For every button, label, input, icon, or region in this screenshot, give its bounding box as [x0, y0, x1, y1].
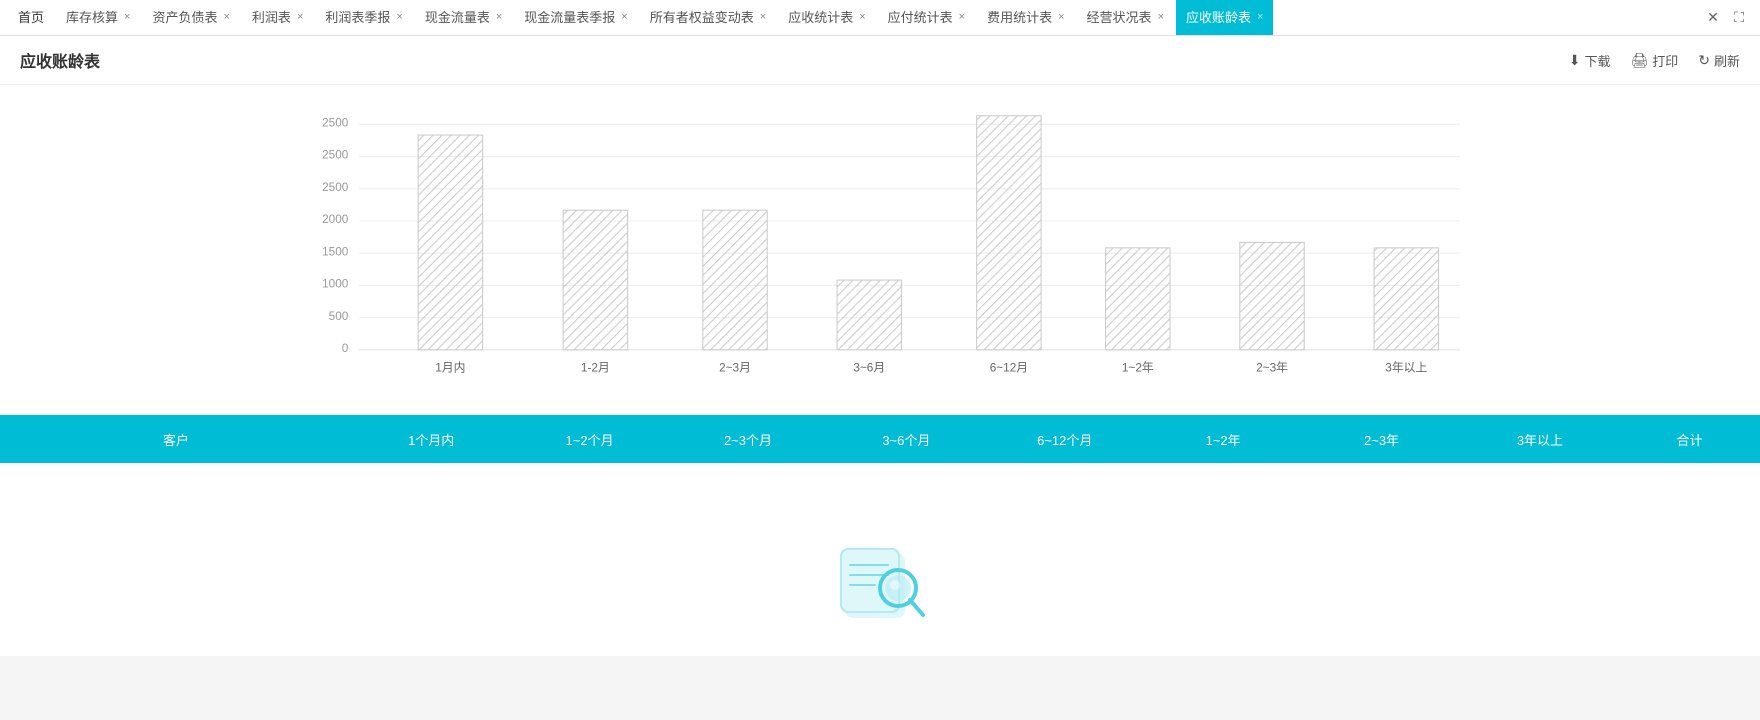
svg-text:2500: 2500: [322, 115, 349, 129]
tab-equity[interactable]: 所有者权益变动表 ×: [640, 0, 776, 36]
tab-home[interactable]: 首页: [8, 0, 54, 36]
tab-operations-close[interactable]: ×: [1158, 11, 1164, 23]
svg-text:500: 500: [329, 309, 349, 323]
page-title: 应收账龄表: [20, 48, 100, 72]
tab-cashflow-quarterly-close[interactable]: ×: [621, 11, 627, 23]
svg-text:3年以上: 3年以上: [1385, 360, 1427, 374]
svg-text:1月内: 1月内: [435, 360, 465, 374]
empty-state-icon: [820, 523, 940, 636]
tab-operations[interactable]: 经营状况表 ×: [1077, 0, 1174, 36]
main-content: 2500 2500 2500 2000 1500 1000 500 0: [0, 85, 1760, 656]
tab-balance-sheet-close[interactable]: ×: [223, 11, 229, 23]
tab-cashflow[interactable]: 现金流量表 ×: [415, 0, 512, 36]
tab-profit-quarterly[interactable]: 利润表季报 ×: [315, 0, 412, 36]
col-header-3plus-year: 3年以上: [1461, 430, 1619, 449]
download-icon: ⬇: [1569, 52, 1581, 69]
tab-profit[interactable]: 利润表 ×: [242, 0, 313, 36]
svg-text:6~12月: 6~12月: [990, 360, 1028, 374]
col-header-1-2month: 1~2个月: [510, 430, 668, 449]
tab-ap-stat-close[interactable]: ×: [959, 11, 965, 23]
tab-inventory-close[interactable]: ×: [124, 11, 130, 23]
page-header: 应收账龄表 ⬇ 下载 🖨 打印 ↻ 刷新: [0, 36, 1760, 85]
window-controls: ✕ ⛶: [1704, 9, 1752, 27]
svg-text:0: 0: [342, 341, 349, 355]
col-header-1month: 1个月内: [352, 430, 510, 449]
empty-state: [0, 463, 1760, 656]
chart-svg: 2500 2500 2500 2000 1500 1000 500 0: [30, 105, 1730, 395]
col-header-2-3month: 2~3个月: [669, 430, 827, 449]
print-icon: 🖨: [1630, 52, 1648, 69]
maximize-window-button[interactable]: ⛶: [1730, 9, 1748, 27]
tab-ar-aging[interactable]: 应收账龄表 ×: [1176, 0, 1273, 36]
col-header-3-6month: 3~6个月: [827, 430, 985, 449]
svg-text:1500: 1500: [322, 244, 349, 258]
svg-text:2500: 2500: [322, 180, 349, 194]
tab-cashflow-close[interactable]: ×: [496, 11, 502, 23]
print-button[interactable]: 🖨 打印: [1630, 51, 1678, 70]
tab-balance-sheet[interactable]: 资产负债表 ×: [142, 0, 239, 36]
tab-bar: 首页 库存核算 × 资产负债表 × 利润表 × 利润表季报 × 现金流量表 × …: [0, 0, 1760, 36]
refresh-button[interactable]: ↻ 刷新: [1698, 51, 1740, 70]
col-header-1-2year: 1~2年: [1144, 430, 1302, 449]
tab-expense-stat-close[interactable]: ×: [1058, 11, 1064, 23]
tab-ap-stat[interactable]: 应付统计表 ×: [878, 0, 975, 36]
svg-text:2000: 2000: [322, 212, 349, 226]
close-window-button[interactable]: ✕: [1704, 9, 1722, 27]
download-button[interactable]: ⬇ 下载: [1569, 51, 1611, 70]
svg-text:2~3年: 2~3年: [1256, 360, 1288, 374]
svg-text:1~2年: 1~2年: [1122, 360, 1154, 374]
tab-equity-close[interactable]: ×: [760, 11, 766, 23]
tab-ar-stat-close[interactable]: ×: [859, 11, 865, 23]
tab-ar-stat[interactable]: 应收统计表 ×: [778, 0, 875, 36]
svg-text:1-2月: 1-2月: [581, 360, 610, 374]
svg-text:2500: 2500: [322, 148, 349, 162]
tab-cashflow-quarterly[interactable]: 现金流量表季报 ×: [514, 0, 637, 36]
tab-profit-quarterly-close[interactable]: ×: [396, 11, 402, 23]
col-header-6-12month: 6~12个月: [986, 430, 1144, 449]
tab-expense-stat[interactable]: 费用统计表 ×: [977, 0, 1074, 36]
col-header-total: 合计: [1619, 430, 1760, 449]
svg-text:3~6月: 3~6月: [853, 360, 885, 374]
svg-text:2~3月: 2~3月: [719, 360, 751, 374]
header-actions: ⬇ 下载 🖨 打印 ↻ 刷新: [1569, 51, 1740, 70]
chart-container: 2500 2500 2500 2000 1500 1000 500 0: [30, 105, 1730, 395]
tab-profit-close[interactable]: ×: [297, 11, 303, 23]
svg-text:1000: 1000: [322, 277, 349, 291]
tab-inventory[interactable]: 库存核算 ×: [56, 0, 140, 36]
col-header-2-3year: 2~3年: [1302, 430, 1460, 449]
chart-area: 2500 2500 2500 2000 1500 1000 500 0: [0, 85, 1760, 415]
col-header-customer: 客户: [0, 430, 352, 449]
table-header: 客户 1个月内 1~2个月 2~3个月 3~6个月 6~12个月 1~2年 2~…: [0, 415, 1760, 463]
refresh-icon: ↻: [1698, 52, 1710, 69]
tab-ar-aging-close[interactable]: ×: [1257, 11, 1263, 23]
